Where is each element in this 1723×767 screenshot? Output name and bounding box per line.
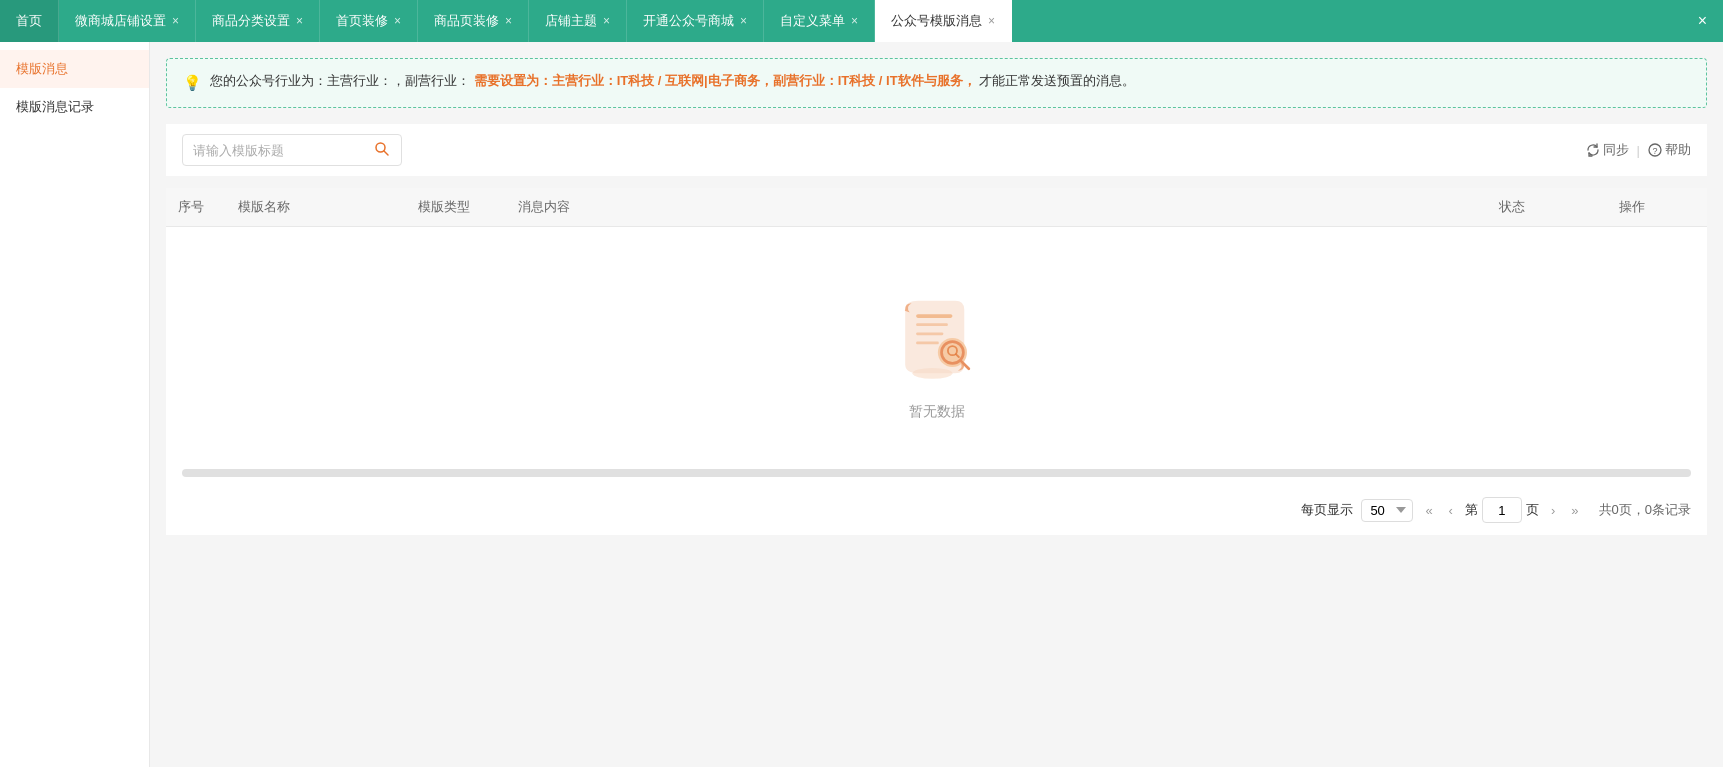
col-header-status: 状态: [1487, 188, 1607, 227]
notice-box: 💡 您的公众号行业为：主营行业：，副营行业： 需要设置为：主营行业：IT科技 /…: [166, 58, 1707, 108]
svg-rect-7: [916, 332, 943, 335]
tab-close-template-message[interactable]: ×: [988, 14, 995, 28]
page-unit: 页: [1526, 501, 1539, 519]
table-body: 暂无数据: [166, 227, 1707, 462]
sync-icon: [1586, 143, 1600, 157]
sync-button[interactable]: 同步: [1586, 141, 1629, 159]
col-header-action: 操作: [1607, 188, 1707, 227]
tab-close-category[interactable]: ×: [296, 14, 303, 28]
col-header-index: 序号: [166, 188, 226, 227]
search-bar: 同步 | ? 帮助: [166, 124, 1707, 176]
tab-close-custom-menu[interactable]: ×: [851, 14, 858, 28]
tab-close-store-theme[interactable]: ×: [603, 14, 610, 28]
search-icon: [374, 141, 390, 157]
col-header-type: 模版类型: [406, 188, 506, 227]
page-size-label: 每页显示: [1301, 501, 1353, 519]
notice-text: 您的公众号行业为：主营行业：，副营行业： 需要设置为：主营行业：IT科技 / 互…: [210, 71, 1135, 92]
empty-state: 暂无数据: [166, 227, 1707, 461]
first-page-button[interactable]: «: [1421, 501, 1436, 520]
table-container: 序号 模版名称 模版类型 消息内容 状态: [166, 188, 1707, 535]
col-header-content: 消息内容: [506, 188, 1487, 227]
tab-custom-menu[interactable]: 自定义菜单 ×: [764, 0, 875, 42]
sidebar-item-template-message[interactable]: 模版消息: [0, 50, 149, 88]
search-left: [182, 134, 390, 166]
total-label: 共0页，0条记录: [1599, 501, 1691, 519]
notice-icon: 💡: [183, 71, 202, 95]
tab-category[interactable]: 商品分类设置 ×: [196, 0, 320, 42]
page-input-wrap: 第 页: [1465, 497, 1539, 523]
layout: 模版消息 模版消息记录 💡 您的公众号行业为：主营行业：，副营行业： 需要设置为…: [0, 42, 1723, 767]
search-right-divider: |: [1637, 143, 1640, 158]
search-input[interactable]: [182, 134, 402, 166]
tab-store-theme[interactable]: 店铺主题 ×: [529, 0, 627, 42]
main-content: 💡 您的公众号行业为：主营行业：，副营行业： 需要设置为：主营行业：IT科技 /…: [150, 42, 1723, 767]
svg-rect-5: [916, 314, 952, 318]
tab-shop-setting[interactable]: 微商城店铺设置 ×: [59, 0, 196, 42]
tab-close-home-decor[interactable]: ×: [394, 14, 401, 28]
svg-line-1: [384, 151, 388, 155]
tab-wechat-mall[interactable]: 开通公众号商城 ×: [627, 0, 764, 42]
tab-template-message[interactable]: 公众号模版消息 ×: [875, 0, 1012, 42]
tab-home-decor[interactable]: 首页装修 ×: [320, 0, 418, 42]
empty-text: 暂无数据: [909, 403, 965, 421]
prev-page-button[interactable]: ‹: [1445, 501, 1457, 520]
global-close-button[interactable]: ×: [1682, 0, 1723, 42]
last-page-button[interactable]: »: [1567, 501, 1582, 520]
tab-close-product-decor[interactable]: ×: [505, 14, 512, 28]
data-table: 序号 模版名称 模版类型 消息内容 状态: [166, 188, 1707, 461]
tab-close-wechat-mall[interactable]: ×: [740, 14, 747, 28]
page-input[interactable]: [1482, 497, 1522, 523]
help-icon: ?: [1648, 143, 1662, 157]
tab-close-shop-setting[interactable]: ×: [172, 14, 179, 28]
svg-rect-6: [916, 323, 948, 326]
search-button[interactable]: [374, 141, 390, 160]
page-size-select[interactable]: 10 20 50 100: [1361, 499, 1413, 522]
help-button[interactable]: ? 帮助: [1648, 141, 1691, 159]
svg-rect-8: [916, 342, 939, 345]
next-page-button[interactable]: ›: [1547, 501, 1559, 520]
table-header: 序号 模版名称 模版类型 消息内容 状态: [166, 188, 1707, 227]
search-right: 同步 | ? 帮助: [1586, 141, 1691, 159]
scrollbar-area: [166, 461, 1707, 485]
tab-product-decor[interactable]: 商品页装修 ×: [418, 0, 529, 42]
empty-state-illustration: [887, 287, 987, 387]
fake-scrollbar[interactable]: [182, 469, 1691, 477]
svg-text:?: ?: [1652, 146, 1657, 156]
sidebar: 模版消息 模版消息记录: [0, 42, 150, 767]
pagination: 每页显示 10 20 50 100 « ‹ 第 页: [166, 485, 1707, 535]
tab-bar: 首页 微商城店铺设置 × 商品分类设置 × 首页装修 × 商品页装修 × 店铺主…: [0, 0, 1723, 42]
tab-home[interactable]: 首页: [0, 0, 59, 42]
col-header-name: 模版名称: [226, 188, 406, 227]
page-label: 第: [1465, 501, 1478, 519]
sidebar-item-template-record[interactable]: 模版消息记录: [0, 88, 149, 126]
